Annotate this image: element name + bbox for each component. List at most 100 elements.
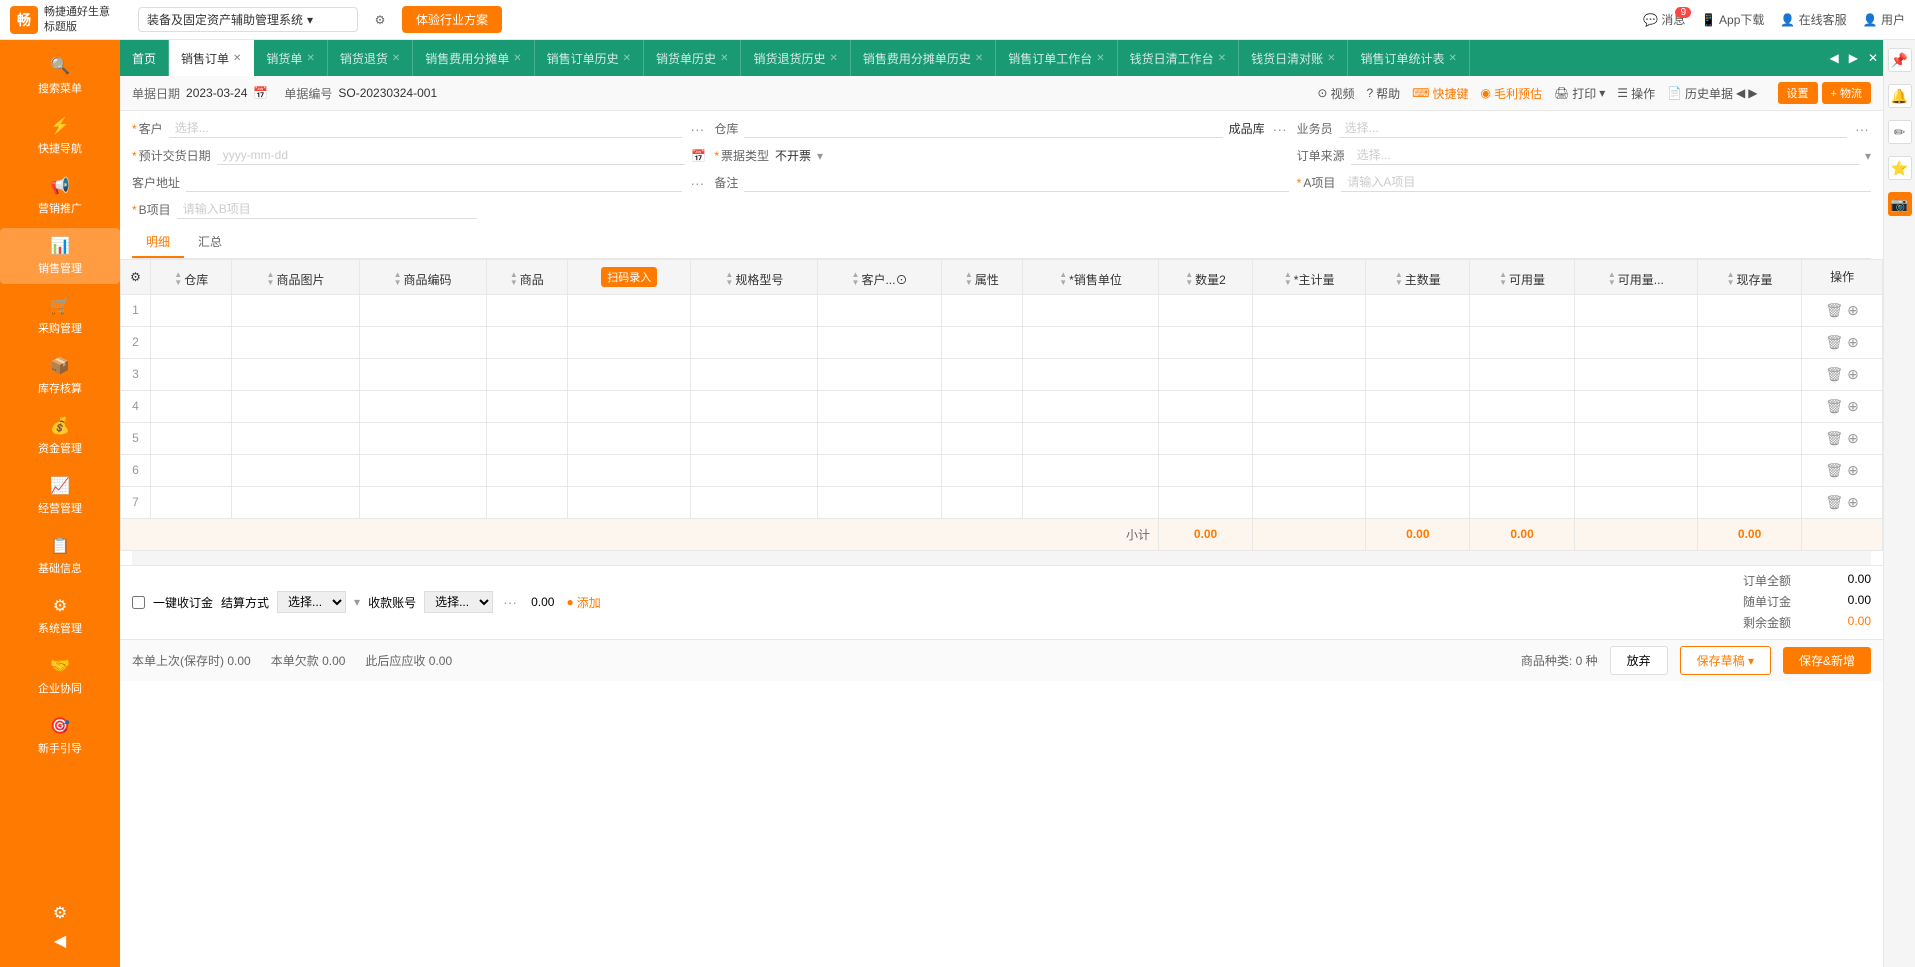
row-product-image[interactable]	[232, 422, 359, 454]
delete-icon[interactable]: 🗑	[1825, 334, 1843, 351]
row-product-image[interactable]	[232, 486, 359, 518]
row-warehouse[interactable]	[151, 454, 232, 486]
tab-summary[interactable]: 汇总	[184, 227, 236, 258]
tab-expense-split[interactable]: 销售费用分摊单 ✕	[413, 40, 534, 76]
row-sales-unit[interactable]	[1023, 358, 1159, 390]
nav-next-icon[interactable]: ▶	[1748, 86, 1757, 100]
scan-btn[interactable]: 扫码录入	[601, 267, 657, 287]
help-action[interactable]: ? 帮助	[1366, 85, 1400, 102]
tab-close-icon[interactable]: ✕	[392, 53, 400, 64]
row-main-unit[interactable]	[1253, 390, 1366, 422]
view-action[interactable]: ⊙ 视频	[1317, 85, 1354, 102]
row-product-image[interactable]	[232, 326, 359, 358]
discard-btn[interactable]: 放弃	[1610, 646, 1668, 675]
tab-prev-btn[interactable]: ◀	[1824, 40, 1843, 76]
row-scan[interactable]	[568, 486, 691, 518]
staff-more-icon[interactable]: ···	[1853, 121, 1871, 137]
row-sales-unit[interactable]	[1023, 390, 1159, 422]
row-warehouse[interactable]	[151, 486, 232, 518]
row-main-qty[interactable]	[1366, 358, 1470, 390]
online-service[interactable]: 👤 在线客服	[1780, 11, 1846, 28]
row-scan[interactable]	[568, 390, 691, 422]
tab-close-icon[interactable]: ✕	[975, 53, 983, 64]
copy-icon[interactable]: ⊕	[1847, 462, 1859, 479]
row-warehouse[interactable]	[151, 358, 232, 390]
row-sales-unit[interactable]	[1023, 486, 1159, 518]
delete-icon[interactable]: 🗑	[1825, 494, 1843, 511]
row-qty2[interactable]	[1158, 422, 1252, 454]
copy-icon[interactable]: ⊕	[1847, 398, 1859, 415]
row-main-unit[interactable]	[1253, 294, 1366, 326]
remark-input[interactable]	[744, 173, 1288, 192]
sidebar-item-newbie[interactable]: 🎯 新手引导	[0, 708, 120, 764]
copy-icon[interactable]: ⊕	[1847, 494, 1859, 511]
row-available[interactable]	[1470, 390, 1574, 422]
row-available[interactable]	[1470, 358, 1574, 390]
settings-icon[interactable]: ⚙	[366, 6, 394, 34]
row-main-qty[interactable]	[1366, 454, 1470, 486]
tab-return-history[interactable]: 销货退货历史 ✕	[741, 40, 850, 76]
print-dropdown-icon[interactable]: ▾	[1599, 86, 1605, 100]
settings-btn[interactable]: 设置	[1778, 82, 1818, 104]
delivery-input[interactable]	[217, 146, 686, 165]
tab-expense-history[interactable]: 销售费用分摊单历史 ✕	[851, 40, 996, 76]
row-product[interactable]	[486, 294, 567, 326]
address-input[interactable]	[186, 173, 682, 192]
delete-icon[interactable]: 🗑	[1825, 302, 1843, 319]
row-spec[interactable]	[691, 422, 818, 454]
account-select[interactable]: 选择...	[424, 591, 493, 613]
row-main-qty[interactable]	[1366, 326, 1470, 358]
row-main-qty[interactable]	[1366, 486, 1470, 518]
row-product[interactable]	[486, 422, 567, 454]
operation-action[interactable]: ☰ 操作	[1617, 85, 1655, 102]
row-sales-unit[interactable]	[1023, 422, 1159, 454]
tab-next-btn[interactable]: ▶	[1844, 40, 1863, 76]
row-main-qty[interactable]	[1366, 422, 1470, 454]
row-spec[interactable]	[691, 358, 818, 390]
row-customer-code[interactable]	[818, 486, 941, 518]
row-customer-code[interactable]	[818, 422, 941, 454]
b-project-input[interactable]	[177, 200, 477, 219]
order-source-dropdown-icon[interactable]: ▾	[1865, 149, 1871, 163]
row-spec[interactable]	[691, 326, 818, 358]
row-available[interactable]	[1470, 422, 1574, 454]
row-customer-code[interactable]	[818, 390, 941, 422]
row-product[interactable]	[486, 390, 567, 422]
row-available2[interactable]	[1574, 454, 1697, 486]
tab-reconciliation[interactable]: 钱货日清对账 ✕	[1239, 40, 1348, 76]
row-main-unit[interactable]	[1253, 358, 1366, 390]
row-attribute[interactable]	[941, 358, 1022, 390]
row-scan[interactable]	[568, 294, 691, 326]
tab-close-icon[interactable]: ✕	[233, 53, 241, 64]
row-qty2[interactable]	[1158, 294, 1252, 326]
sidebar-collapse-icon[interactable]: ◀	[54, 931, 66, 951]
system-selector[interactable]: 装备及固定资产辅助管理系统 ▾	[138, 7, 358, 32]
payment-method-select[interactable]: 选择...	[277, 591, 346, 613]
tab-daily-workbench[interactable]: 钱货日清工作台 ✕	[1118, 40, 1239, 76]
tab-close-icon[interactable]: ✕	[1096, 53, 1104, 64]
sidebar-item-enterprise[interactable]: 🤝 企业协同	[0, 648, 120, 704]
tab-order-history[interactable]: 销售订单历史 ✕	[535, 40, 644, 76]
copy-icon[interactable]: ⊕	[1847, 430, 1859, 447]
tab-sales-return[interactable]: 销货退货 ✕	[328, 40, 413, 76]
right-panel-notify[interactable]: 🔔	[1888, 84, 1912, 108]
tab-sales-stats[interactable]: 销售订单统计表 ✕	[1348, 40, 1469, 76]
tab-close-icon[interactable]: ✕	[1218, 53, 1226, 64]
tab-order-workbench[interactable]: 销售订单工作台 ✕	[996, 40, 1117, 76]
tab-close-icon[interactable]: ✕	[623, 53, 631, 64]
row-scan[interactable]	[568, 358, 691, 390]
warehouse-more-icon[interactable]: ···	[1271, 121, 1289, 137]
sidebar-item-search[interactable]: 🔍 搜索菜单	[0, 48, 120, 104]
row-current-stock[interactable]	[1697, 390, 1801, 422]
row-available2[interactable]	[1574, 294, 1697, 326]
row-warehouse[interactable]	[151, 422, 232, 454]
add-material-btn[interactable]: + 物流	[1822, 82, 1871, 104]
sidebar-item-marketing[interactable]: 📢 营销推广	[0, 168, 120, 224]
tab-more-btn[interactable]: ✕	[1863, 40, 1883, 76]
row-warehouse[interactable]	[151, 294, 232, 326]
row-current-stock[interactable]	[1697, 486, 1801, 518]
row-qty2[interactable]	[1158, 390, 1252, 422]
row-qty2[interactable]	[1158, 486, 1252, 518]
row-sales-unit[interactable]	[1023, 294, 1159, 326]
row-spec[interactable]	[691, 454, 818, 486]
